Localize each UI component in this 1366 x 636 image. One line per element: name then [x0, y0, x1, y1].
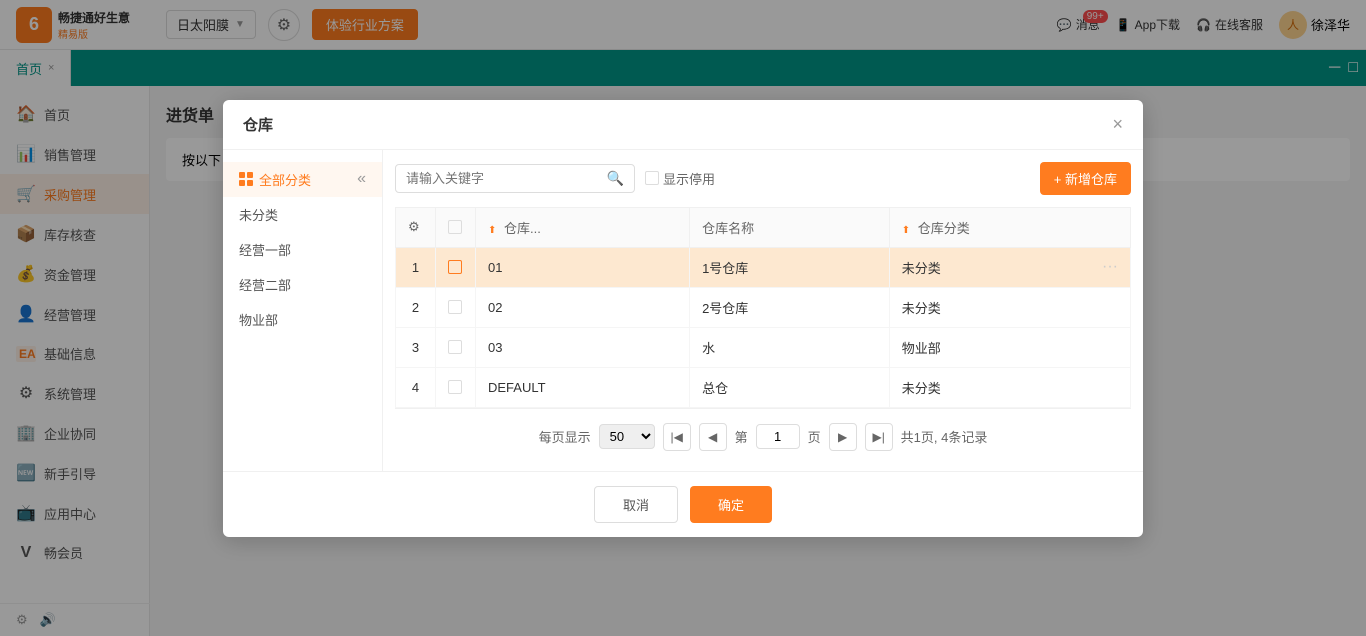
table-row[interactable]: 3 03 水 物业部 — [396, 327, 1131, 367]
row-checkbox[interactable] — [448, 340, 462, 354]
add-warehouse-button[interactable]: + 新增仓库 — [1040, 162, 1131, 195]
table-row[interactable]: 4 DEFAULT 总仓 未分类 — [396, 367, 1131, 407]
row-checkbox-cell — [436, 367, 476, 407]
table-row[interactable]: 2 02 2号仓库 未分类 — [396, 287, 1131, 327]
col-settings[interactable]: ⚙ — [396, 207, 436, 247]
select-all-checkbox[interactable] — [448, 220, 462, 234]
next-page-button[interactable]: ▶ — [829, 423, 857, 451]
page-input[interactable] — [756, 424, 800, 449]
row-code: 01 — [476, 247, 690, 287]
category-item-dept2[interactable]: 经营二部 — [223, 267, 382, 302]
row-category: 未分类··· — [889, 247, 1130, 287]
row-num: 3 — [396, 327, 436, 367]
modal-header: 仓库 × — [223, 100, 1143, 150]
row-checkbox-cell — [436, 287, 476, 327]
category-panel: 全部分类 « 未分类 经营一部 经营二部 物业部 — [223, 150, 383, 471]
show-disabled-checkbox[interactable] — [645, 171, 659, 185]
first-page-button[interactable]: |◀ — [663, 423, 691, 451]
sort-code-icon: ⬆ — [488, 225, 496, 236]
modal-overlay: 仓库 × 全部分类 « 未分类 经营一部 经营二部 物业部 — [0, 0, 1366, 636]
collapse-button[interactable]: « — [357, 170, 366, 188]
prev-page-button[interactable]: ◀ — [699, 423, 727, 451]
modal-footer: 取消 确定 — [223, 471, 1143, 537]
confirm-button[interactable]: 确定 — [690, 486, 772, 523]
row-category: 物业部 — [889, 327, 1130, 367]
row-checkbox-cell — [436, 327, 476, 367]
row-checkbox[interactable] — [448, 260, 462, 274]
row-code: 02 — [476, 287, 690, 327]
row-num: 2 — [396, 287, 436, 327]
category-all-item[interactable]: 全部分类 « — [223, 162, 382, 197]
category-item-property[interactable]: 物业部 — [223, 302, 382, 337]
row-checkbox-cell — [436, 247, 476, 287]
warehouse-modal: 仓库 × 全部分类 « 未分类 经营一部 经营二部 物业部 — [223, 100, 1143, 537]
search-box: 🔍 — [395, 164, 635, 193]
modal-close-button[interactable]: × — [1112, 115, 1123, 133]
row-num: 1 — [396, 247, 436, 287]
col-checkbox — [436, 207, 476, 247]
per-page-select[interactable]: 50 100 — [599, 424, 655, 449]
row-code: DEFAULT — [476, 367, 690, 407]
modal-body: 全部分类 « 未分类 经营一部 经营二部 物业部 🔍 — [223, 150, 1143, 471]
cancel-button[interactable]: 取消 — [594, 486, 678, 523]
category-item-dept1[interactable]: 经营一部 — [223, 232, 382, 267]
pagination-bar: 每页显示 50 100 |◀ ◀ 第 页 ▶ ▶| 共1页, 4条记录 — [395, 408, 1131, 459]
row-category: 未分类 — [889, 287, 1130, 327]
table-row[interactable]: 1 01 1号仓库 未分类··· — [396, 247, 1131, 287]
category-item-unclassified[interactable]: 未分类 — [223, 197, 382, 232]
row-name: 2号仓库 — [690, 287, 890, 327]
row-num: 4 — [396, 367, 436, 407]
col-category[interactable]: ⬆ 仓库分类 — [889, 207, 1130, 247]
search-input[interactable] — [406, 171, 601, 186]
row-checkbox[interactable] — [448, 300, 462, 314]
warehouse-table: ⚙ ⬆ 仓库... 仓库名称 — [395, 207, 1131, 408]
row-checkbox[interactable] — [448, 380, 462, 394]
show-disabled-label[interactable]: 显示停用 — [645, 169, 715, 188]
grid-icon — [239, 172, 253, 186]
last-page-button[interactable]: ▶| — [865, 423, 893, 451]
row-code: 03 — [476, 327, 690, 367]
table-panel: 🔍 显示停用 + 新增仓库 ⚙ — [383, 150, 1143, 471]
row-name: 水 — [690, 327, 890, 367]
row-name: 1号仓库 — [690, 247, 890, 287]
row-name: 总仓 — [690, 367, 890, 407]
col-code[interactable]: ⬆ 仓库... — [476, 207, 690, 247]
row-category: 未分类 — [889, 367, 1130, 407]
row-action-icon[interactable]: ··· — [1102, 258, 1118, 276]
col-name: 仓库名称 — [690, 207, 890, 247]
sort-category-icon: ⬆ — [902, 225, 910, 236]
table-toolbar: 🔍 显示停用 + 新增仓库 — [395, 162, 1131, 195]
search-icon[interactable]: 🔍 — [607, 170, 624, 187]
modal-title: 仓库 — [243, 114, 273, 135]
